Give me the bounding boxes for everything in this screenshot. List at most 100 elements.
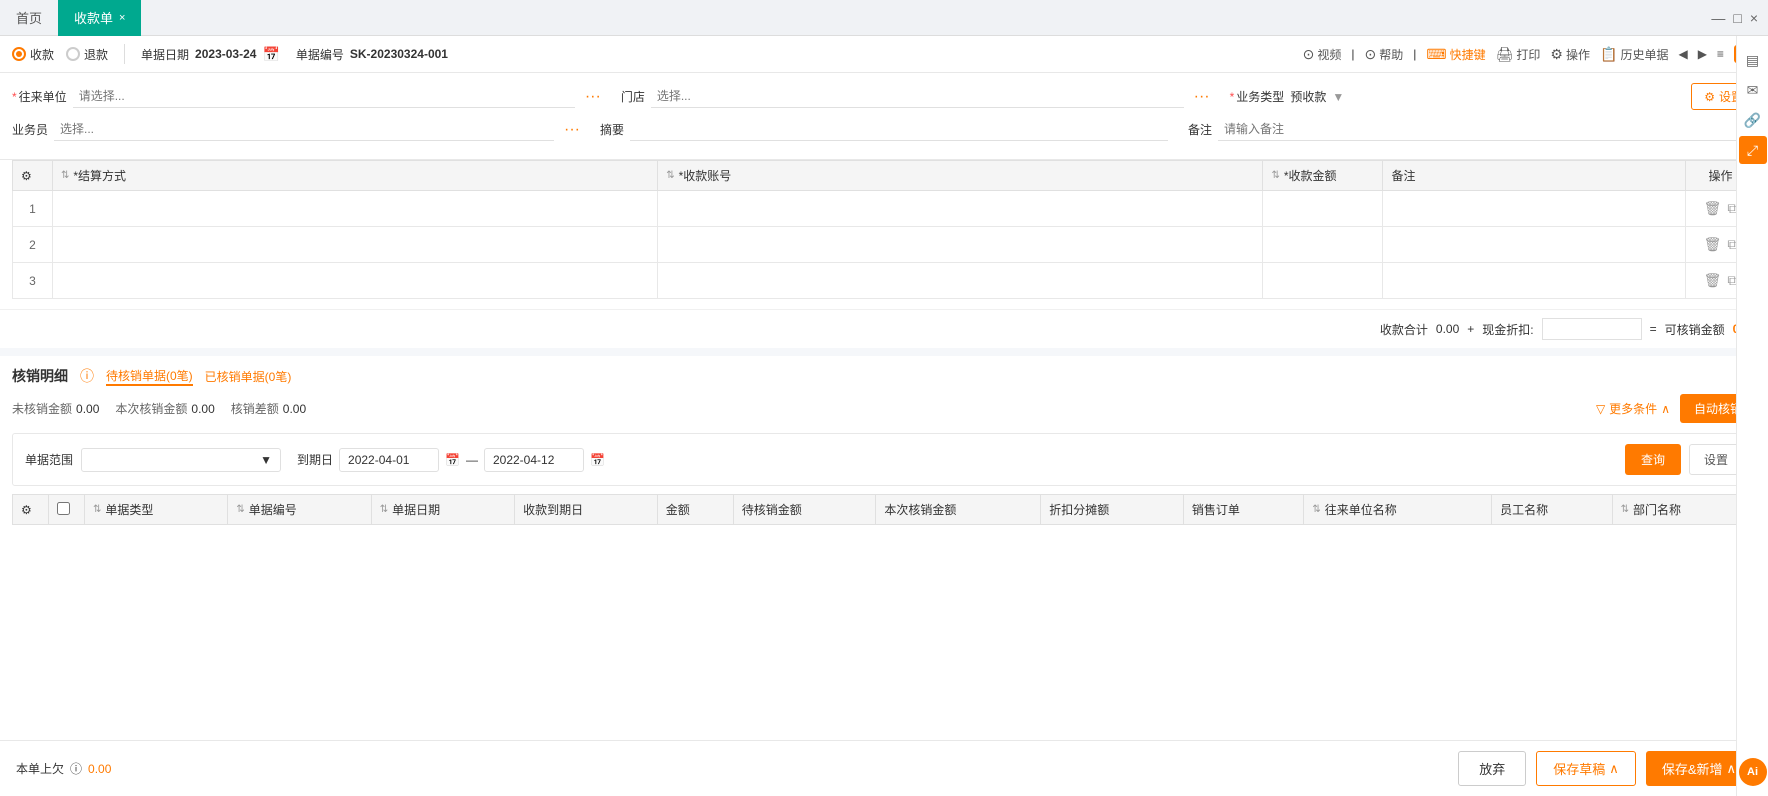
query-button[interactable]: 查询 <box>1625 444 1681 475</box>
current-verify-col: 本次核销金额 <box>876 495 1041 525</box>
summary-input[interactable] <box>630 118 1168 141</box>
history-icon: 📋 <box>1600 46 1617 63</box>
diff-amount: 核销差额 0.00 <box>231 400 306 417</box>
verification-header: 核销明细 ⓘ 待核销单据(0笔) 已核销单据(0笔) <box>12 366 1756 386</box>
filter-buttons: 查询 设置 <box>1625 444 1743 475</box>
staff-more-icon[interactable]: ··· <box>564 121 580 139</box>
video-btn[interactable]: ⊙ 视频 <box>1303 46 1342 63</box>
bottom-bar: 本单上欠 ⓘ 0.00 放弃 保存草稿 ∧ 保存&新增 ∧ <box>0 740 1768 796</box>
partner-input[interactable] <box>73 85 575 108</box>
settlement-cell-3[interactable] <box>53 263 658 299</box>
partner-field: *往来单位 ··· <box>12 85 601 108</box>
verification-header-row: ⚙ ⇅ 单据类型 ⇅ 单据编号 <box>13 495 1756 525</box>
remark-col-header: 备注 <box>1383 161 1686 191</box>
employee-col: 员工名称 <box>1492 495 1612 525</box>
toolbar-right: ⊙ 视频 | ⊙ 帮助 | ⌨ 快捷键 🖨 打印 ⚙ 操作 📋 <box>1303 45 1756 63</box>
remark-cell-3[interactable] <box>1383 263 1686 299</box>
window-max-icon[interactable]: □ <box>1733 10 1741 26</box>
calendar-icon[interactable]: 📅 <box>262 46 279 63</box>
account-cell-3[interactable] <box>658 263 1263 299</box>
right-sidebar: ▤ ✉ 🔗 ⤢ Ai <box>1736 36 1768 796</box>
filter-settings-button[interactable]: 设置 <box>1689 444 1743 475</box>
partner-more-icon[interactable]: ··· <box>585 88 601 106</box>
shortcut-btn[interactable]: ⌨ 快捷键 <box>1426 46 1485 63</box>
remark-cell-2[interactable] <box>1383 227 1686 263</box>
sidebar-table-icon[interactable]: ▤ <box>1739 46 1767 74</box>
account-cell-1[interactable] <box>658 191 1263 227</box>
business-type-arrow[interactable]: ▼ <box>1332 90 1344 104</box>
table-header-row: ⚙ ⇅ *结算方式 ⇅ *收款账号 <box>13 161 1756 191</box>
verification-info-icon[interactable]: ⓘ <box>80 366 94 386</box>
receive-radio[interactable]: 收款 <box>12 46 54 63</box>
amount-cell-3[interactable] <box>1263 263 1383 299</box>
refund-radio[interactable]: 退款 <box>66 46 108 63</box>
date-from-icon[interactable]: 📅 <box>445 453 460 467</box>
tab-close-icon[interactable]: × <box>119 12 125 24</box>
account-cell-2[interactable] <box>658 227 1263 263</box>
table-settings-icon[interactable]: ⚙ <box>21 169 32 183</box>
window-close-icon[interactable]: × <box>1750 10 1758 26</box>
summary-row: 收款合计 0.00 + 现金折扣: = 可核销金额 0.00 <box>0 309 1768 348</box>
discount-input[interactable] <box>1542 318 1642 340</box>
prev-btn[interactable]: ◀ <box>1678 47 1687 61</box>
range-select-arrow: ▼ <box>260 453 272 467</box>
account-col-header: ⇅ *收款账号 <box>658 161 1263 191</box>
discount-col: 折扣分摊额 <box>1041 495 1184 525</box>
range-select[interactable]: ▼ <box>81 448 281 472</box>
sidebar-mail-icon[interactable]: ✉ <box>1739 76 1767 104</box>
next-btn[interactable]: ▶ <box>1698 47 1707 61</box>
filter-icon: ▽ <box>1596 402 1605 416</box>
save-arrow-icon: ∧ <box>1726 761 1736 777</box>
bottom-info-icon[interactable]: ⓘ <box>70 760 82 777</box>
window-min-icon[interactable]: — <box>1711 10 1725 26</box>
more-conditions-btn[interactable]: ▽ 更多条件 ∧ <box>1596 400 1670 417</box>
delete-icon-1[interactable]: 🗑 <box>1704 200 1722 217</box>
date-field: 单据日期 2023-03-24 📅 <box>141 46 280 63</box>
filter-row: 单据范围 ▼ 到期日 📅 — 📅 查询 设置 <box>12 433 1756 486</box>
delete-icon-2[interactable]: 🗑 <box>1704 236 1722 253</box>
amount-cell-2[interactable] <box>1263 227 1383 263</box>
settings-col-header[interactable]: ⚙ <box>13 161 53 191</box>
tab-receipt[interactable]: 收款单 × <box>58 0 141 36</box>
remark-field: 备注 <box>1188 118 1756 141</box>
tab-home[interactable]: 首页 <box>0 0 58 36</box>
sidebar-link-icon[interactable]: 🔗 <box>1739 106 1767 134</box>
help-btn[interactable]: ⊙ 帮助 <box>1365 46 1404 63</box>
print-btn[interactable]: 🖨 打印 <box>1496 46 1541 63</box>
amount-col: 金额 <box>657 495 733 525</box>
store-input[interactable] <box>651 85 1184 108</box>
chevron-up-icon: ∧ <box>1661 402 1670 416</box>
doc-date-col: ⇅ 单据日期 <box>371 495 514 525</box>
discard-button[interactable]: 放弃 <box>1458 751 1526 786</box>
list-view-btn[interactable]: ≡ <box>1717 47 1724 61</box>
date-to-icon[interactable]: 📅 <box>590 453 605 467</box>
staff-input[interactable] <box>54 118 554 141</box>
settlement-cell-1[interactable] <box>53 191 658 227</box>
tab-bar: 首页 收款单 × — □ × <box>0 0 1768 36</box>
receipt-type-group: 收款 退款 <box>12 46 108 63</box>
toolbar: 收款 退款 单据日期 2023-03-24 📅 单据编号 SK-20230324… <box>0 36 1768 73</box>
select-all-checkbox[interactable] <box>57 502 70 515</box>
verified-tab[interactable]: 已核销单据(0笔) <box>205 368 292 385</box>
sidebar-expand-icon[interactable]: ⤢ <box>1739 136 1767 164</box>
partner-name-col: ⇅ 往来单位名称 <box>1304 495 1492 525</box>
date-to-input[interactable] <box>484 448 584 472</box>
store-more-icon[interactable]: ··· <box>1194 88 1210 106</box>
remark-input[interactable] <box>1218 118 1756 141</box>
form-area: *往来单位 ··· 门店 ··· *业务类型 预收款 ▼ ⚙ 设置 业务员 <box>0 73 1768 160</box>
amount-cell-1[interactable] <box>1263 191 1383 227</box>
checkbox-col: ⚙ <box>13 495 49 525</box>
operation-btn[interactable]: ⚙ 操作 <box>1550 46 1590 63</box>
remark-cell-1[interactable] <box>1383 191 1686 227</box>
history-btn[interactable]: 📋 历史单据 <box>1600 46 1668 63</box>
form-row-2: 业务员 ··· 摘要 备注 <box>12 118 1756 141</box>
save-draft-button[interactable]: 保存草稿 ∧ <box>1536 751 1636 786</box>
pending-tab[interactable]: 待核销单据(0笔) <box>106 367 193 386</box>
ai-button[interactable]: Ai <box>1739 758 1767 786</box>
verification-section: 核销明细 ⓘ 待核销单据(0笔) 已核销单据(0笔) 未核销金额 0.00 本次… <box>0 356 1768 535</box>
date-from-input[interactable] <box>339 448 439 472</box>
print-icon: 🖨 <box>1496 46 1514 63</box>
settlement-cell-2[interactable] <box>53 227 658 263</box>
table2-settings-icon[interactable]: ⚙ <box>21 503 32 517</box>
delete-icon-3[interactable]: 🗑 <box>1704 272 1722 289</box>
